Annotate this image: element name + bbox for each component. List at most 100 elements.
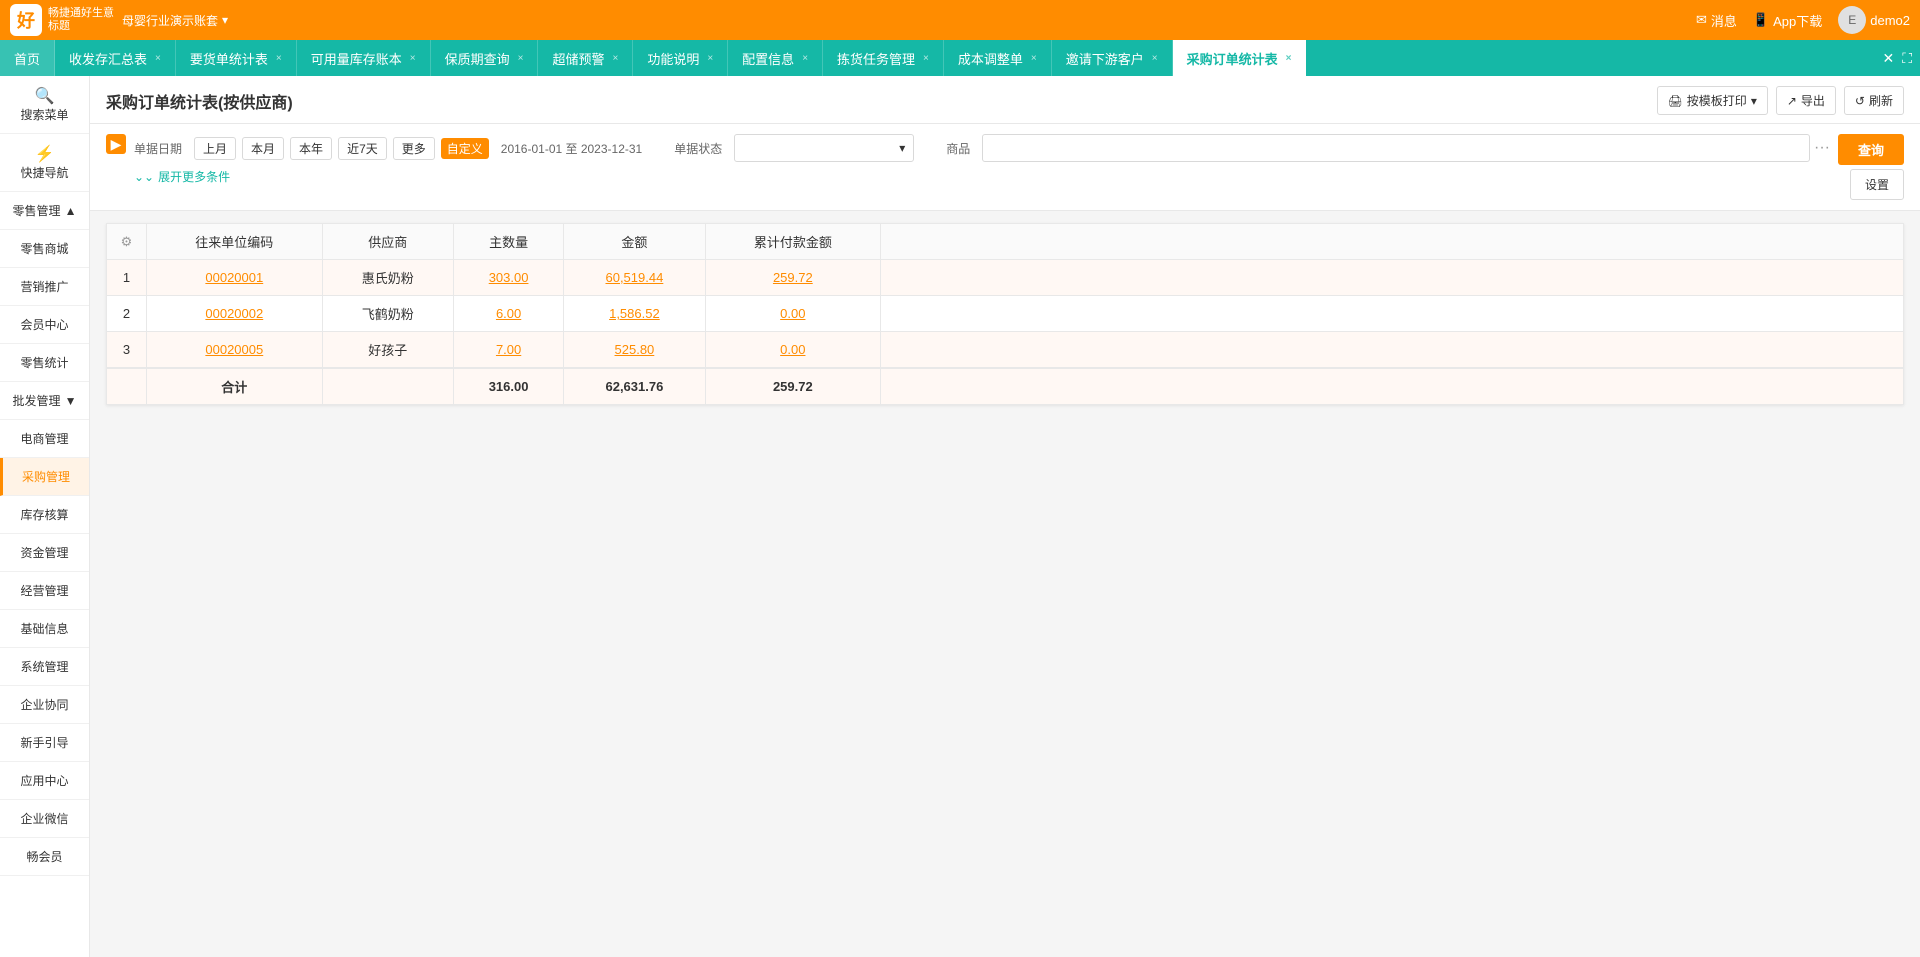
tab-caigou-active[interactable]: 采购订单统计表 ×: [1173, 40, 1307, 76]
print-template-button[interactable]: 🖨 按模板打印 ▾: [1657, 86, 1768, 115]
close-icon[interactable]: ×: [518, 53, 524, 64]
expand-more-button[interactable]: ⌄⌄ 展开更多条件: [134, 168, 1830, 185]
tab-yaoqing[interactable]: 邀请下游客户 ×: [1052, 40, 1173, 76]
sidebar-item-purchase[interactable]: 采购管理: [0, 458, 89, 496]
row-paid[interactable]: 0.00: [705, 332, 881, 369]
sidebar-item-wechat[interactable]: 企业微信: [0, 800, 89, 838]
print-icon: 🖨: [1668, 94, 1683, 108]
row-qty[interactable]: 6.00: [453, 296, 563, 332]
close-icon[interactable]: ×: [276, 53, 282, 64]
status-select[interactable]: ▾: [734, 134, 914, 162]
row-supplier: 惠氏奶粉: [322, 260, 453, 296]
setting-button[interactable]: 设置: [1850, 169, 1904, 200]
table-header-settings[interactable]: ⚙: [107, 224, 147, 260]
row-amount[interactable]: 525.80: [564, 332, 705, 369]
row-code[interactable]: 00020001: [147, 260, 323, 296]
filter-area: ▶ 单据日期 上月 本月 本年 近7天 更多 自定义 2016-01-01 至 …: [90, 124, 1920, 211]
close-all-icon[interactable]: ✕: [1882, 50, 1894, 67]
sidebar-item-search[interactable]: 🔍 搜索菜单: [0, 76, 89, 134]
page-header: 采购订单统计表(按供应商) 🖨 按模板打印 ▾ ↗ 导出 ↺ 刷新: [90, 76, 1920, 124]
date-7days-button[interactable]: 近7天: [338, 137, 387, 160]
tab-gongneng[interactable]: 功能说明 ×: [633, 40, 728, 76]
tab-jianhuo[interactable]: 拣货任务管理 ×: [823, 40, 944, 76]
close-icon[interactable]: ×: [612, 53, 618, 64]
chevron-down-icon: ▼: [65, 394, 77, 408]
tab-home[interactable]: 首页: [0, 40, 55, 76]
sidebar-item-quicknav[interactable]: ⚡ 快捷导航: [0, 134, 89, 192]
tab-keyong[interactable]: 可用量库存账本 ×: [297, 40, 431, 76]
row-no: 3: [107, 332, 147, 369]
footer-extra: [881, 368, 1904, 405]
query-button[interactable]: 查询: [1838, 134, 1904, 165]
sidebar-item-retail-mgmt[interactable]: 零售管理 ▲: [0, 192, 89, 230]
sidebar-item-member[interactable]: 会员中心: [0, 306, 89, 344]
row-qty[interactable]: 303.00: [453, 260, 563, 296]
filter-collapse-button[interactable]: ▶: [106, 134, 126, 154]
sidebar-item-member2[interactable]: 畅会员: [0, 838, 89, 876]
industry-selector[interactable]: 母婴行业演示账套 ▾: [122, 12, 228, 29]
close-icon[interactable]: ×: [707, 53, 713, 64]
sidebar-item-inventory[interactable]: 库存核算: [0, 496, 89, 534]
tab-shoufacun[interactable]: 收发存汇总表 ×: [55, 40, 176, 76]
settings-icon[interactable]: ⚙: [121, 234, 133, 249]
sidebar-item-newbie[interactable]: 新手引导: [0, 724, 89, 762]
footer-empty2: [322, 368, 453, 405]
row-amount[interactable]: 60,519.44: [564, 260, 705, 296]
top-bar: 好 畅捷通好生意 标题 母婴行业演示账套 ▾ ✉ 消息 📱 App下载 E de…: [0, 0, 1920, 40]
row-code[interactable]: 00020002: [147, 296, 323, 332]
row-code[interactable]: 00020005: [147, 332, 323, 369]
close-icon[interactable]: ×: [155, 53, 161, 64]
phone-icon: 📱: [1753, 12, 1769, 28]
sidebar-item-retail-mall[interactable]: 零售商城: [0, 230, 89, 268]
page-header-actions: 🖨 按模板打印 ▾ ↗ 导出 ↺ 刷新: [1657, 86, 1904, 115]
table-row: 2 00020002 飞鹤奶粉 6.00 1,586.52 0.00: [107, 296, 1904, 332]
chevron-down-icon: ▾: [899, 141, 905, 155]
row-qty[interactable]: 7.00: [453, 332, 563, 369]
sidebar-item-system[interactable]: 系统管理: [0, 648, 89, 686]
row-amount[interactable]: 1,586.52: [564, 296, 705, 332]
more-icon[interactable]: ···: [1814, 139, 1830, 157]
table-header-amount: 金额: [564, 224, 705, 260]
date-this-year-button[interactable]: 本年: [290, 137, 332, 160]
date-more-button[interactable]: 更多: [393, 137, 435, 160]
tab-yaohuo[interactable]: 要货单统计表 ×: [176, 40, 297, 76]
tab-actions: ✕ ⛶: [1874, 50, 1920, 67]
tab-chaochu[interactable]: 超储预警 ×: [538, 40, 633, 76]
close-icon[interactable]: ×: [923, 53, 929, 64]
sidebar-item-collab[interactable]: 企业协同: [0, 686, 89, 724]
table-row: 1 00020001 惠氏奶粉 303.00 60,519.44 259.72: [107, 260, 1904, 296]
tab-baozhi[interactable]: 保质期查询 ×: [431, 40, 539, 76]
export-button[interactable]: ↗ 导出: [1776, 86, 1836, 115]
app-download-button[interactable]: 📱 App下载: [1753, 11, 1822, 30]
sidebar-item-retail-stats[interactable]: 零售统计: [0, 344, 89, 382]
footer-label: 合计: [147, 368, 323, 405]
row-paid[interactable]: 0.00: [705, 296, 881, 332]
row-paid[interactable]: 259.72: [705, 260, 881, 296]
refresh-button[interactable]: ↺ 刷新: [1844, 86, 1904, 115]
sidebar-item-basic[interactable]: 基础信息: [0, 610, 89, 648]
message-button[interactable]: ✉ 消息: [1696, 11, 1737, 30]
date-range-display: 2016-01-01 至 2023-12-31: [501, 140, 642, 157]
close-icon[interactable]: ×: [1031, 53, 1037, 64]
tab-chengben[interactable]: 成本调整单 ×: [944, 40, 1052, 76]
date-last-month-button[interactable]: 上月: [194, 137, 236, 160]
table-header-extra: [881, 224, 1904, 260]
row-no: 2: [107, 296, 147, 332]
sidebar-item-marketing[interactable]: 营销推广: [0, 268, 89, 306]
sidebar-item-appcenter[interactable]: 应用中心: [0, 762, 89, 800]
goods-search-input[interactable]: [982, 134, 1810, 162]
filter-row-1: 单据日期 上月 本月 本年 近7天 更多 自定义 2016-01-01 至 20…: [134, 134, 1830, 162]
close-icon[interactable]: ×: [1286, 53, 1292, 64]
close-icon[interactable]: ×: [1152, 53, 1158, 64]
sidebar-item-operation[interactable]: 经营管理: [0, 572, 89, 610]
close-icon[interactable]: ×: [410, 53, 416, 64]
sidebar-item-finance[interactable]: 资金管理: [0, 534, 89, 572]
chevron-down-icon: ⌄⌄: [134, 170, 154, 184]
user-avatar[interactable]: E demo2: [1838, 6, 1910, 34]
close-icon[interactable]: ×: [802, 53, 808, 64]
sidebar-item-wholesale[interactable]: 批发管理 ▼: [0, 382, 89, 420]
maximize-icon[interactable]: ⛶: [1902, 50, 1912, 67]
date-this-month-button[interactable]: 本月: [242, 137, 284, 160]
tab-peizhi[interactable]: 配置信息 ×: [728, 40, 823, 76]
sidebar-item-ecommerce[interactable]: 电商管理: [0, 420, 89, 458]
